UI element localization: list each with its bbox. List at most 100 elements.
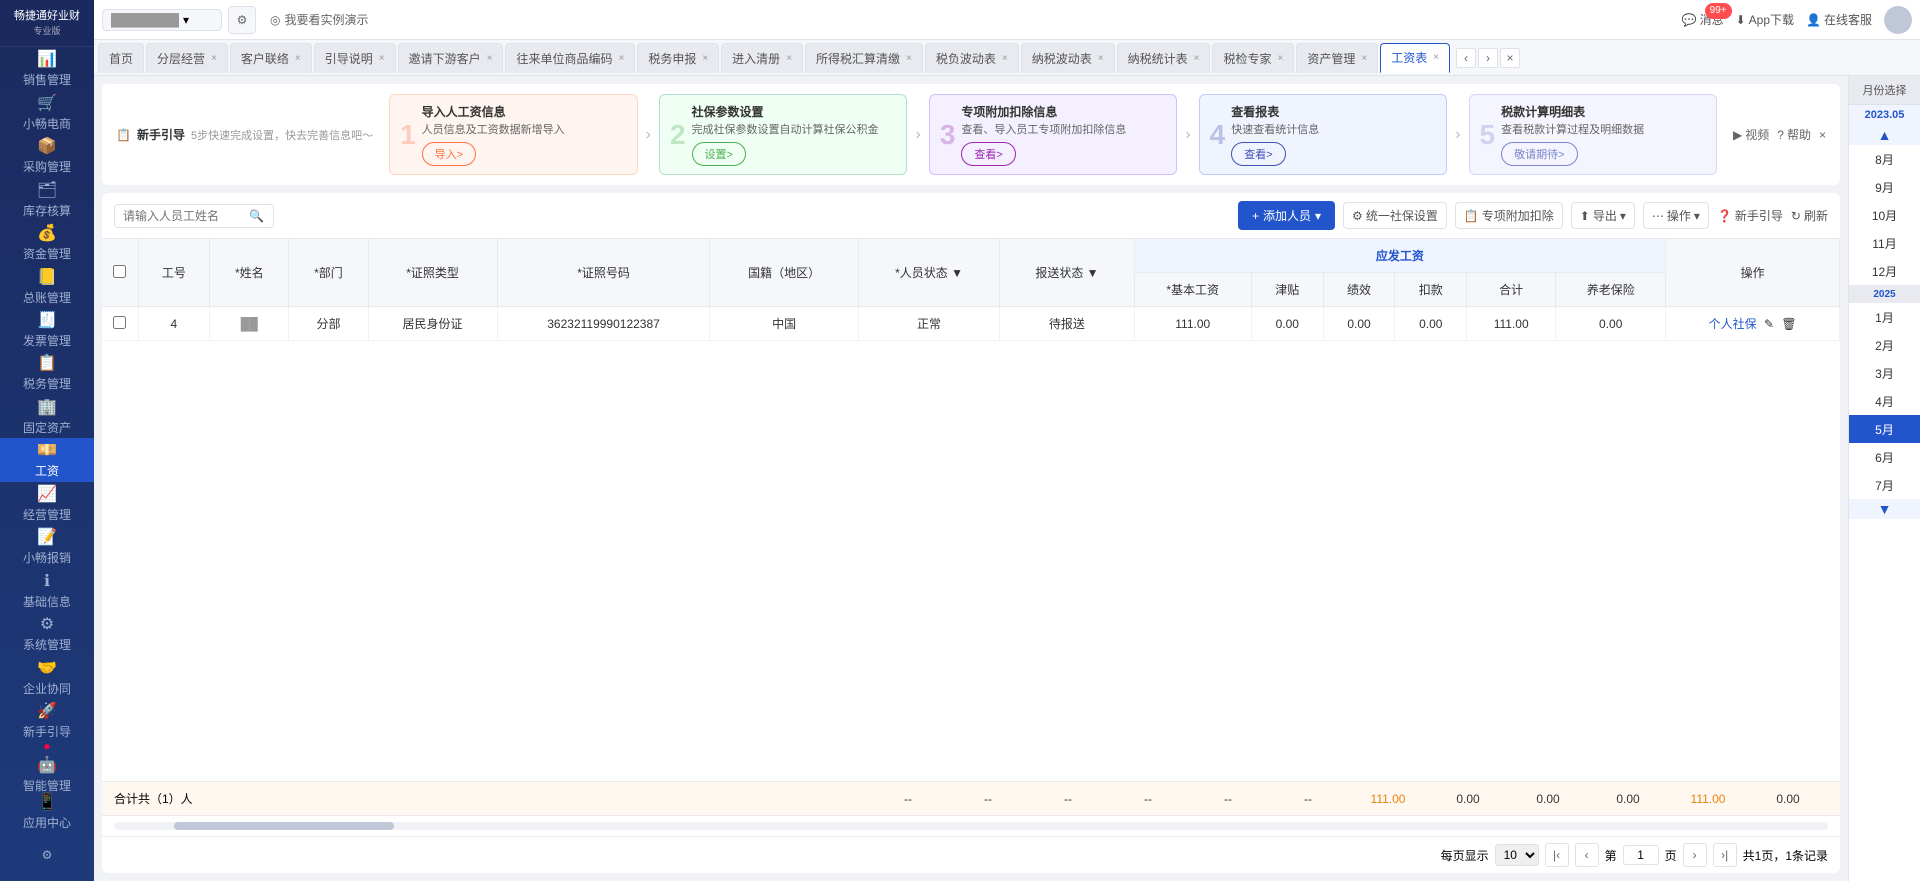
close-icon[interactable]: × <box>295 53 301 64</box>
month-item-5[interactable]: 5月 <box>1849 415 1920 443</box>
tab-tax-burden[interactable]: 税负波动表× <box>925 43 1019 73</box>
guide-help-btn[interactable]: ? 帮助 <box>1777 126 1811 143</box>
app-download-button[interactable]: ⬇ App下载 <box>1736 11 1794 28</box>
special-deduction-button[interactable]: 📋 专项附加扣除 <box>1455 202 1563 229</box>
month-item-9[interactable]: 9月 <box>1849 173 1920 201</box>
step-btn-5[interactable]: 敬请期待> <box>1501 142 1577 166</box>
tab-tax-fluctuation[interactable]: 纳税波动表× <box>1021 43 1115 73</box>
close-icon[interactable]: × <box>487 53 493 64</box>
sidebar-item-tax[interactable]: 📋 税务管理 <box>0 351 94 394</box>
tab-layered[interactable]: 分层经营× <box>146 43 228 73</box>
close-icon[interactable]: × <box>1433 52 1439 63</box>
tab-close-all-button[interactable]: × <box>1500 48 1520 68</box>
month-item-7[interactable]: 7月 <box>1849 471 1920 499</box>
step-btn-3[interactable]: 查看> <box>961 142 1015 166</box>
tab-guide[interactable]: 引导说明× <box>314 43 396 73</box>
month-item-12[interactable]: 12月 <box>1849 257 1920 285</box>
scrollbar-thumb[interactable] <box>174 822 394 830</box>
message-button[interactable]: 💬 消息 99+ <box>1682 11 1724 28</box>
close-icon[interactable]: × <box>1277 53 1283 64</box>
sidebar-item-system[interactable]: ⚙ 系统管理 <box>0 612 94 655</box>
sidebar-item-assets[interactable]: 🏢 固定资产 <box>0 395 94 438</box>
guide-btn[interactable]: ❓ 新手引导 <box>1717 207 1783 224</box>
last-page-button[interactable]: ›| <box>1713 843 1737 867</box>
settings-icon-btn[interactable]: ⚙ <box>228 6 256 34</box>
select-all-checkbox[interactable] <box>113 265 126 278</box>
social-settings-button[interactable]: ⚙ 统一社保设置 <box>1343 202 1447 229</box>
tab-customer[interactable]: 客户联络× <box>230 43 312 73</box>
personal-social-btn[interactable]: 个人社保 <box>1709 317 1757 331</box>
user-avatar[interactable] <box>1884 6 1912 34</box>
online-service-button[interactable]: 👤 在线客服 <box>1806 11 1872 28</box>
tab-asset-mgmt[interactable]: 资产管理× <box>1296 43 1378 73</box>
tab-salary-table[interactable]: 工资表× <box>1380 43 1450 73</box>
month-item-10[interactable]: 10月 <box>1849 201 1920 229</box>
sidebar-item-ledger[interactable]: 📒 总账管理 <box>0 264 94 307</box>
demo-link[interactable]: ◎ 我要看实例演示 <box>270 11 369 28</box>
sidebar-item-salary[interactable]: 💴 工资 <box>0 438 94 481</box>
close-icon[interactable]: × <box>1098 53 1104 64</box>
delete-icon[interactable]: 🗑 <box>1781 317 1796 331</box>
add-employee-button[interactable]: + 添加人员 ▾ <box>1238 201 1335 230</box>
close-icon[interactable]: × <box>1194 53 1200 64</box>
edit-icon[interactable]: ✎ <box>1764 317 1774 331</box>
per-page-select[interactable]: 10 <box>1495 844 1539 866</box>
close-icon[interactable]: × <box>618 53 624 64</box>
close-icon[interactable]: × <box>1002 53 1008 64</box>
sidebar-item-purchase[interactable]: 📦 采购管理 <box>0 134 94 177</box>
tab-inventory-list[interactable]: 进入清册× <box>721 43 803 73</box>
tab-product-code[interactable]: 往来单位商品编码× <box>505 43 635 73</box>
sidebar-item-sales[interactable]: 📊 销售管理 <box>0 47 94 90</box>
actions-button[interactable]: ⋯ 操作 ▾ <box>1643 202 1709 229</box>
month-down-button[interactable]: ▼ <box>1849 499 1920 519</box>
close-icon[interactable]: × <box>379 53 385 64</box>
guide-close-btn[interactable]: × <box>1819 128 1826 142</box>
sidebar-item-finance[interactable]: 💰 资金管理 <box>0 221 94 264</box>
close-icon[interactable]: × <box>702 53 708 64</box>
search-input-wrap[interactable]: 🔍 <box>114 204 274 228</box>
tab-home[interactable]: 首页 <box>98 43 144 73</box>
month-up-button[interactable]: ▲ <box>1849 125 1920 145</box>
search-input[interactable] <box>123 209 243 223</box>
sidebar-item-ecommerce[interactable]: 🛒 小畅电商 <box>0 91 94 134</box>
close-icon[interactable]: × <box>211 53 217 64</box>
scrollbar-track[interactable] <box>114 822 1828 830</box>
first-page-button[interactable]: |‹ <box>1545 843 1569 867</box>
tab-income-tax[interactable]: 所得税汇算清缴× <box>805 43 923 73</box>
close-icon[interactable]: × <box>786 53 792 64</box>
sidebar-item-expense[interactable]: 📝 小畅报销 <box>0 525 94 568</box>
refresh-button[interactable]: ↻ 刷新 <box>1791 207 1828 224</box>
month-item-6[interactable]: 6月 <box>1849 443 1920 471</box>
tab-next-button[interactable]: › <box>1478 48 1498 68</box>
sidebar-item-invoice[interactable]: 🧾 发票管理 <box>0 308 94 351</box>
tab-tax-report[interactable]: 税务申报× <box>637 43 719 73</box>
settings-button[interactable]: ⚙ <box>0 834 94 877</box>
sidebar-item-operations[interactable]: 📈 经营管理 <box>0 482 94 525</box>
sidebar-item-collab[interactable]: 🤝 企业协同 <box>0 655 94 698</box>
sidebar-item-baseinfo[interactable]: ℹ 基础信息 <box>0 568 94 611</box>
month-item-8[interactable]: 8月 <box>1849 145 1920 173</box>
sidebar-item-guide[interactable]: 🚀 新手引导 <box>0 699 94 742</box>
sidebar-item-ai[interactable]: ● 🤖 智能管理 <box>0 742 94 790</box>
row-checkbox[interactable] <box>113 316 126 329</box>
guide-video-btn[interactable]: ▶ 视频 <box>1733 126 1769 143</box>
sidebar-item-inventory[interactable]: 🗂 库存核算 <box>0 177 94 220</box>
table-scroll[interactable]: 工号 *姓名 *部门 *证照类型 *证照号码 国籍（地区） *人员状态 ▼ 报送… <box>102 239 1840 781</box>
month-item-2[interactable]: 2月 <box>1849 331 1920 359</box>
company-selector[interactable]: ████████ ▾ <box>102 9 222 31</box>
step-btn-1[interactable]: 导入> <box>422 142 476 166</box>
month-item-3[interactable]: 3月 <box>1849 359 1920 387</box>
month-item-1[interactable]: 1月 <box>1849 303 1920 331</box>
tab-tax-check[interactable]: 税检专家× <box>1212 43 1294 73</box>
step-btn-2[interactable]: 设置> <box>692 142 746 166</box>
close-icon[interactable]: × <box>906 53 912 64</box>
close-icon[interactable]: × <box>1361 53 1367 64</box>
tab-invite[interactable]: 邀请下游客户× <box>398 43 504 73</box>
page-input[interactable]: 1 <box>1623 845 1659 865</box>
month-item-11[interactable]: 11月 <box>1849 229 1920 257</box>
next-page-button[interactable]: › <box>1683 843 1707 867</box>
step-btn-4[interactable]: 查看> <box>1231 142 1285 166</box>
tab-tax-stats[interactable]: 纳税统计表× <box>1117 43 1211 73</box>
month-item-4[interactable]: 4月 <box>1849 387 1920 415</box>
sidebar-item-appcenter[interactable]: 📱 应用中心 <box>0 790 94 833</box>
